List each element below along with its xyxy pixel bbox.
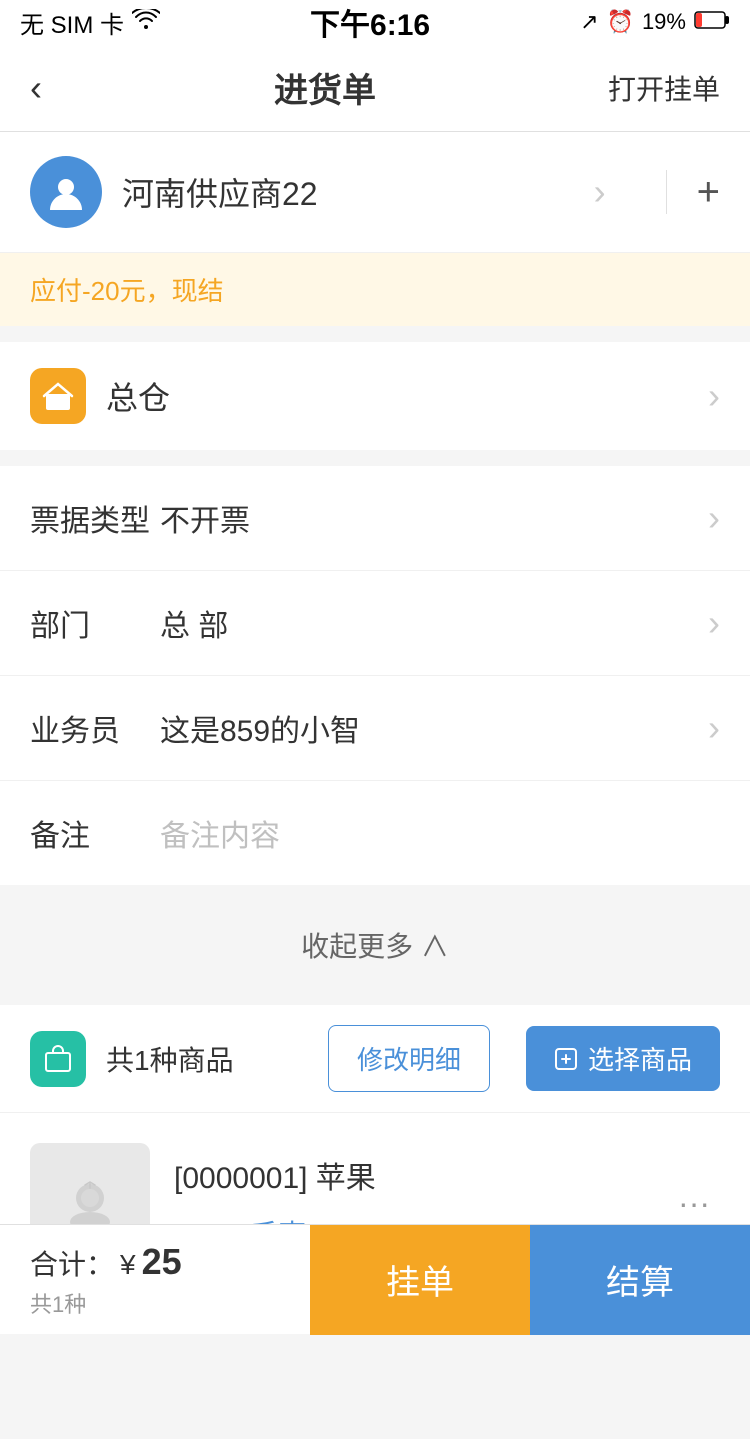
status-bar: 无 SIM 卡 下午6:16 ↗ ⏰ 19% [0, 0, 750, 44]
invoice-label: 票据类型 [30, 496, 160, 540]
dept-chevron [708, 602, 720, 644]
select-product-label: 选择商品 [588, 1040, 692, 1077]
salesman-row[interactable]: 业务员 这是859的小智 [0, 676, 750, 781]
nav-bar: ‹ 进货单 打开挂单 [0, 44, 750, 132]
hang-button[interactable]: 挂单 [310, 1225, 530, 1335]
page-title: 进货单 [274, 63, 376, 112]
edit-detail-button[interactable]: 修改明细 [328, 1025, 490, 1092]
total-label: 合计： [30, 1243, 114, 1283]
product-count: 共1种商品 [106, 1039, 308, 1079]
supplier-chevron [594, 171, 606, 213]
dept-value: 总 部 [160, 601, 708, 645]
battery-text: 19% [642, 9, 686, 35]
notice-bar: 应付-20元，现结 [0, 253, 750, 326]
warehouse-chevron [708, 375, 720, 417]
supplier-section: 河南供应商22 + 应付-20元，现结 [0, 132, 750, 326]
product-more-button[interactable]: ··· [668, 1175, 720, 1232]
back-button[interactable]: ‹ [30, 67, 42, 109]
product-header-icon [30, 1031, 86, 1087]
warehouse-row[interactable]: 总仓 [0, 342, 750, 450]
salesman-label: 业务员 [30, 706, 160, 750]
battery-icon [694, 9, 730, 35]
open-hang-button[interactable]: 打开挂单 [608, 68, 720, 108]
checkout-button[interactable]: 结算 [530, 1225, 750, 1335]
total-symbol: ¥ [120, 1249, 136, 1281]
dept-label: 部门 [30, 601, 160, 645]
total-area: 合计： ¥ 25 共1种 [0, 1241, 310, 1319]
dept-row[interactable]: 部门 总 部 [0, 571, 750, 676]
total-line: 合计： ¥ 25 [30, 1241, 280, 1283]
total-sub-label: 共1种 [30, 1287, 280, 1319]
salesman-chevron [708, 707, 720, 749]
product-code: [0000001] [174, 1162, 316, 1195]
remark-label: 备注 [30, 811, 160, 855]
bottom-bar: 合计： ¥ 25 共1种 挂单 结算 [0, 1224, 750, 1334]
remark-placeholder: 备注内容 [160, 811, 720, 855]
select-product-button[interactable]: 选择商品 [526, 1026, 720, 1091]
status-bar-left: 无 SIM 卡 [20, 5, 160, 40]
product-title: 苹果 [316, 1162, 376, 1195]
carrier-text: 无 SIM 卡 [20, 5, 124, 40]
invoice-row[interactable]: 票据类型 不开票 [0, 466, 750, 571]
form-section: 票据类型 不开票 部门 总 部 业务员 这是859的小智 备注 备注内容 [0, 466, 750, 885]
supplier-divider [666, 170, 667, 214]
supplier-left: 河南供应商22 [30, 156, 594, 228]
invoice-chevron [708, 497, 720, 539]
product-name: [0000001] 苹果 [174, 1153, 644, 1197]
invoice-value: 不开票 [160, 496, 708, 540]
collapse-button[interactable]: 收起更多 ∧ [0, 901, 750, 989]
status-bar-time: 下午6:16 [310, 0, 430, 44]
status-bar-right: ↗ ⏰ 19% [580, 9, 730, 35]
warehouse-icon [30, 368, 86, 424]
supplier-name: 河南供应商22 [122, 169, 318, 215]
wifi-icon [132, 8, 160, 36]
location-icon: ↗ [580, 9, 598, 35]
product-header: 共1种商品 修改明细 选择商品 [0, 1005, 750, 1113]
add-supplier-button[interactable]: + [697, 170, 720, 215]
supplier-row[interactable]: 河南供应商22 + [0, 132, 750, 253]
total-amount: 25 [142, 1241, 182, 1283]
remark-row[interactable]: 备注 备注内容 [0, 781, 750, 885]
warehouse-name: 总仓 [106, 373, 708, 419]
warehouse-section: 总仓 [0, 342, 750, 450]
alarm-icon: ⏰ [607, 9, 634, 35]
supplier-avatar [30, 156, 102, 228]
salesman-value: 这是859的小智 [160, 706, 708, 750]
